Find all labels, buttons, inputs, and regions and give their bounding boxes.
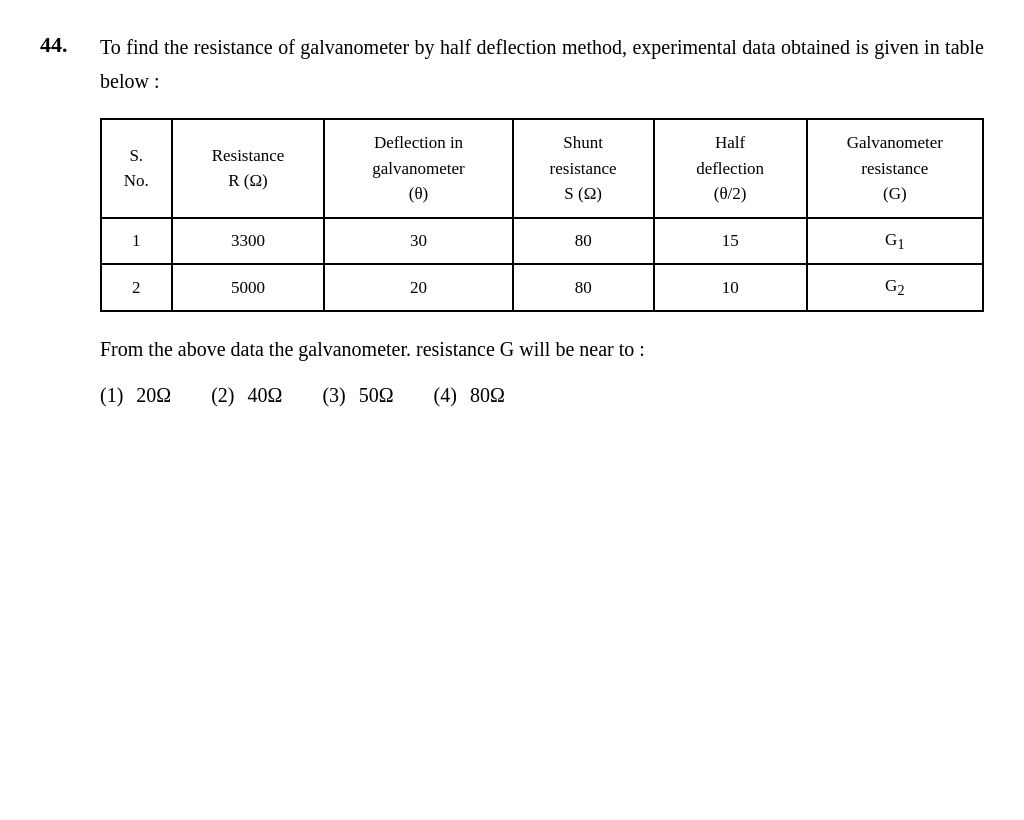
cell-half-deflection-1: 15 <box>654 218 807 265</box>
options-row: (1) 20Ω (2) 40Ω (3) 50Ω (4) 80Ω <box>100 384 984 407</box>
option-3-value: 50Ω <box>359 384 394 407</box>
cell-resistance-1: 3300 <box>172 218 325 265</box>
header-resistance: Resistance R (Ω) <box>172 119 325 218</box>
option-4-number: (4) <box>434 384 457 407</box>
question-text: To find the resistance of galvanometer b… <box>100 30 984 98</box>
cell-sno-1: 1 <box>101 218 172 265</box>
conclusion-text: From the above data the galvanometer. re… <box>100 332 984 366</box>
table-header-row: S. No. Resistance R (Ω) Deflection in ga… <box>101 119 983 218</box>
option-2: (2) 40Ω <box>211 384 282 407</box>
cell-galv-resistance-2: G2 <box>807 264 983 311</box>
cell-shunt-1: 80 <box>513 218 654 265</box>
option-3: (3) 50Ω <box>322 384 393 407</box>
option-1-number: (1) <box>100 384 123 407</box>
header-deflection: Deflection in galvanometer (θ) <box>324 119 512 218</box>
header-half-deflection: Half deflection (θ/2) <box>654 119 807 218</box>
header-sno: S. No. <box>101 119 172 218</box>
question-container: 44. To find the resistance of galvanomet… <box>40 30 984 407</box>
question-number: 44. <box>40 30 100 407</box>
table-row: 1 3300 30 80 15 G1 <box>101 218 983 265</box>
table-row: 2 5000 20 80 10 G2 <box>101 264 983 311</box>
cell-half-deflection-2: 10 <box>654 264 807 311</box>
cell-sno-2: 2 <box>101 264 172 311</box>
cell-deflection-2: 20 <box>324 264 512 311</box>
cell-resistance-2: 5000 <box>172 264 325 311</box>
cell-shunt-2: 80 <box>513 264 654 311</box>
question-body: To find the resistance of galvanometer b… <box>100 30 984 407</box>
cell-galv-resistance-1: G1 <box>807 218 983 265</box>
option-4: (4) 80Ω <box>434 384 505 407</box>
option-1-value: 20Ω <box>136 384 171 407</box>
option-2-number: (2) <box>211 384 234 407</box>
header-shunt: Shunt resistance S (Ω) <box>513 119 654 218</box>
header-galv-resistance: Galvanometer resistance (G) <box>807 119 983 218</box>
option-3-number: (3) <box>322 384 345 407</box>
data-table: S. No. Resistance R (Ω) Deflection in ga… <box>100 118 984 312</box>
cell-deflection-1: 30 <box>324 218 512 265</box>
option-4-value: 80Ω <box>470 384 505 407</box>
option-2-value: 40Ω <box>248 384 283 407</box>
option-1: (1) 20Ω <box>100 384 171 407</box>
